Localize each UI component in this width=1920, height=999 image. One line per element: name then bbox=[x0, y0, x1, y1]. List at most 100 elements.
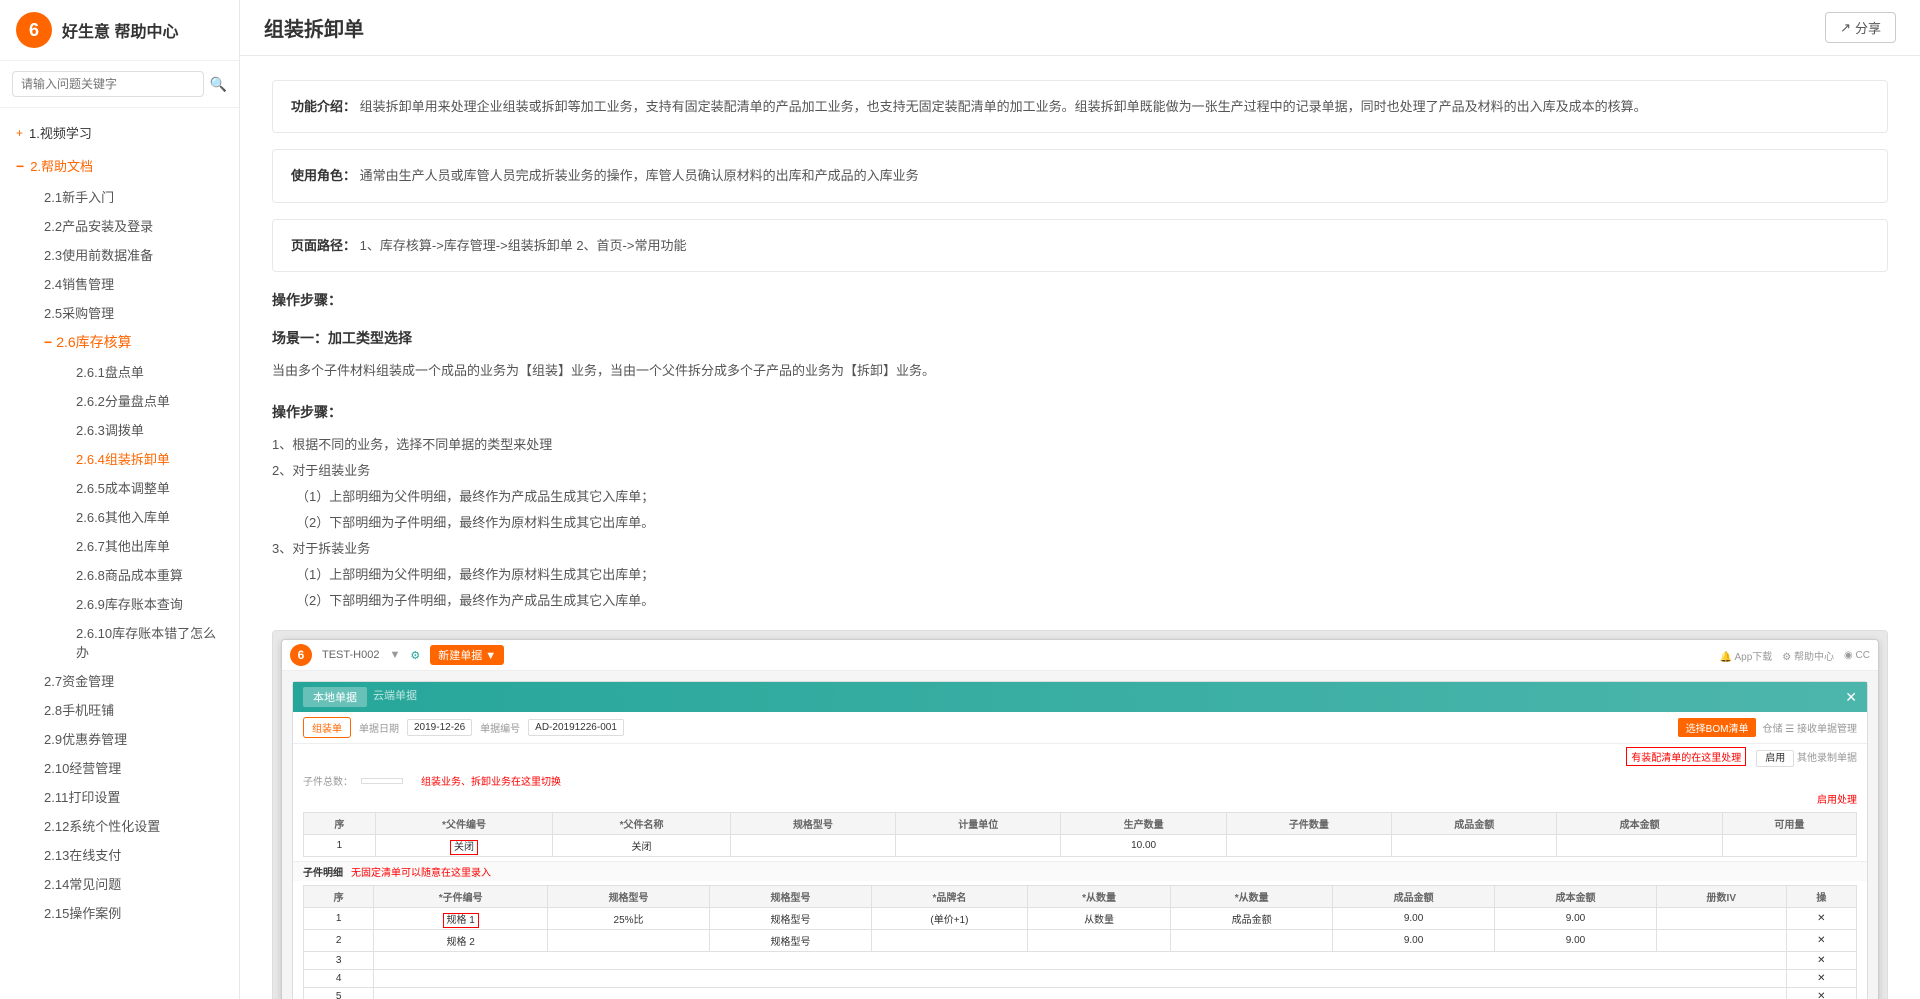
toolbar-date-label: 单据日期 bbox=[359, 720, 399, 735]
role-box: 使用角色： 通常由生产人员或库管人员完成折装业务的操作，库管人员确认原材料的出库… bbox=[272, 149, 1888, 202]
steps-title: 操作步骤： bbox=[272, 402, 1888, 422]
cell-父件编号[interactable]: 关闭 bbox=[375, 835, 553, 857]
modal-toolbar: 组装单 单据日期 2019-12-26 单据编号 AD-20191226-001… bbox=[293, 712, 1867, 744]
sidebar-item-2.6.6[interactable]: 2.6.6其他入库单 bbox=[64, 502, 239, 531]
sidebar-item-2.14[interactable]: 2.14常见问题 bbox=[32, 869, 239, 898]
toolbar-date-value[interactable]: 2019-12-26 bbox=[407, 719, 472, 736]
sidebar-item-2.3[interactable]: 2.3使用前数据准备 bbox=[32, 240, 239, 269]
sidebar-item-2.6.5[interactable]: 2.6.5成本调整单 bbox=[64, 473, 239, 502]
tab-local[interactable]: 本地单据 bbox=[303, 687, 367, 707]
cell-父件名称: 关闭 bbox=[553, 835, 731, 857]
expand-icon: + bbox=[16, 126, 23, 140]
sidebar-item-2.6.2[interactable]: 2.6.2分量盘点单 bbox=[64, 386, 239, 415]
bom-select-btn[interactable]: 选择BOM清单 bbox=[1678, 718, 1757, 737]
col-可用量: 可用量 bbox=[1722, 813, 1856, 835]
ops-title: 操作步骤： bbox=[272, 290, 1888, 310]
test-id: TEST-H002 bbox=[322, 649, 379, 661]
table-row: 5 ✕ bbox=[304, 988, 1857, 999]
new-doc-btn[interactable]: 新建单据 ▼ bbox=[430, 645, 504, 665]
share-button[interactable]: ↗ 分享 bbox=[1825, 12, 1896, 43]
sidebar-item-2.1[interactable]: 2.1新手入门 bbox=[32, 182, 239, 211]
sub-col-成本金额: 成本金额 bbox=[1495, 886, 1657, 908]
sidebar-item-2.13[interactable]: 2.13在线支付 bbox=[32, 840, 239, 869]
search-bar: 🔍 bbox=[0, 61, 239, 108]
nav-item-label: 2.帮助文档 bbox=[30, 156, 93, 175]
col-计量单位: 计量单位 bbox=[896, 813, 1061, 835]
step1: 1、根据不同的业务，选择不同单据的类型来处理 bbox=[272, 432, 1888, 458]
sub-col-从数量2: *从数量 bbox=[1171, 886, 1333, 908]
nav-item-video[interactable]: + 1.视频学习 bbox=[0, 116, 239, 149]
bom-area: 选择BOM清单 仓储 ☰ 接收单据管理 bbox=[1678, 718, 1857, 737]
app-logo: 6 bbox=[290, 644, 312, 666]
lower-table-header: 子件明细 无固定清单可以随意在这里录入 bbox=[293, 861, 1867, 881]
brand-name: 好生意 帮助中心 bbox=[62, 18, 178, 42]
sidebar-item-2.11[interactable]: 2.11打印设置 bbox=[32, 782, 239, 811]
annotation-bom: 有装配清单的在这里处理 bbox=[1626, 747, 1746, 766]
sidebar-item-2.6.9[interactable]: 2.6.9库存账本查询 bbox=[64, 589, 239, 618]
sidebar-item-2.12[interactable]: 2.12系统个性化设置 bbox=[32, 811, 239, 840]
sidebar-item-2.6.3[interactable]: 2.6.3调拨单 bbox=[64, 415, 239, 444]
sidebar-item-2.8[interactable]: 2.8手机旺铺 bbox=[32, 695, 239, 724]
nav-item-2.6[interactable]: − 2.6库存核算 bbox=[32, 327, 239, 357]
intro-box: 功能介绍： 组装拆卸单用来处理企业组装或拆卸等加工业务，支持有固定装配清单的产品… bbox=[272, 80, 1888, 133]
search-button[interactable]: 🔍 bbox=[210, 76, 227, 93]
nav-item-label: 1.视频学习 bbox=[29, 123, 92, 142]
sidebar-item-2.6.4[interactable]: 2.6.4组装拆卸单 bbox=[64, 444, 239, 473]
cell-成品金额 bbox=[1392, 835, 1557, 857]
sidebar-item-2.6.1[interactable]: 2.6.1盘点单 bbox=[64, 357, 239, 386]
nav-sub-2.6: 2.6.1盘点单 2.6.2分量盘点单 2.6.3调拨单 2.6.4组装拆卸单 … bbox=[32, 357, 239, 666]
sidebar-item-2.4[interactable]: 2.4销售管理 bbox=[32, 269, 239, 298]
sub-form-label: 子件总数： bbox=[303, 773, 353, 788]
modal-close-icon[interactable]: ✕ bbox=[1845, 689, 1857, 706]
scene1-title: 场景一：加工类型选择 bbox=[272, 328, 1888, 348]
table-row: 3 ✕ bbox=[304, 952, 1857, 970]
app-titlebar: 6 TEST-H002 ▼ ⚙ 新建单据 ▼ 🔔 App下载 ⚙ 帮助中心 ◉ … bbox=[282, 640, 1878, 671]
col-子件数量: 子件数量 bbox=[1226, 813, 1391, 835]
sidebar-item-2.6.7[interactable]: 2.6.7其他出库单 bbox=[64, 531, 239, 560]
table-row: 2 规格 2 规格型号 9.00 9.0 bbox=[304, 930, 1857, 952]
role-text: 通常由生产人员或库管人员完成折装业务的操作，库管人员确认原材料的出库和产成品的入… bbox=[360, 168, 919, 183]
cell-生产数量: 10.00 bbox=[1061, 835, 1226, 857]
step2-2: （2）下部明细为子件明细，最终作为原材料生成其它出库单。 bbox=[272, 510, 1888, 536]
sub-col-规格1: 规格型号 bbox=[548, 886, 710, 908]
sidebar-item-2.6.8[interactable]: 2.6.8商品成本重算 bbox=[64, 560, 239, 589]
intro-label: 功能介绍： bbox=[291, 99, 356, 114]
search-input[interactable] bbox=[12, 71, 204, 97]
sub-cell-编号2[interactable]: 规格 2 bbox=[374, 930, 548, 952]
sub-cell-编号1[interactable]: 规格 1 bbox=[374, 908, 548, 930]
annotation-manual-entry: 无固定清单可以随意在这里录入 bbox=[351, 864, 491, 879]
path-text: 1、库存核算->库存管理->组装拆卸单 2、首页->常用功能 bbox=[360, 238, 687, 253]
cell-子件数量 bbox=[1226, 835, 1391, 857]
col-序号: 序 bbox=[304, 813, 376, 835]
sidebar-item-2.10[interactable]: 2.10经营管理 bbox=[32, 753, 239, 782]
sidebar-item-2.7[interactable]: 2.7资金管理 bbox=[32, 666, 239, 695]
annotation-enable-row: 启用处理 bbox=[293, 788, 1867, 808]
annotation-row1: 有装配清单的在这里处理 启用 其他录制单据 bbox=[293, 744, 1867, 769]
sidebar-item-2.15[interactable]: 2.15操作案例 bbox=[32, 898, 239, 927]
use-btn[interactable]: 启用 bbox=[1756, 750, 1794, 767]
parent-table: 序 *父件编号 *父件名称 规格型号 计量单位 生产数量 子件数量 成品金额 bbox=[303, 812, 1857, 857]
nav-sub-help-docs: 2.1新手入门 2.2产品安装及登录 2.3使用前数据准备 2.4销售管理 2.… bbox=[0, 182, 239, 927]
nav-item-help-docs[interactable]: − 2.帮助文档 bbox=[0, 149, 239, 182]
sidebar-item-2.2[interactable]: 2.2产品安装及登录 bbox=[32, 211, 239, 240]
intro-text: 组装拆卸单用来处理企业组装或拆卸等加工业务，支持有固定装配清单的产品加工业务，也… bbox=[360, 99, 1647, 114]
scene1-desc: 当由多个子件材料组装成一个成品的业务为【组装】业务，当由一个父件拆分成多个子产品… bbox=[272, 358, 1888, 384]
nav-tree: + 1.视频学习 − 2.帮助文档 2.1新手入门 2.2产品安装及登录 2.3… bbox=[0, 108, 239, 999]
table-row: 1 关闭 关闭 10.00 bbox=[304, 835, 1857, 857]
sidebar-item-2.5[interactable]: 2.5采购管理 bbox=[32, 298, 239, 327]
sub-form-row: 子件总数： 组装业务、拆卸业务在这里切换 bbox=[293, 769, 1867, 788]
sidebar-item-2.6.10[interactable]: 2.6.10库存账本错了怎么办 bbox=[64, 618, 239, 666]
step2: 2、对于组装业务 bbox=[272, 458, 1888, 484]
tab-cloud[interactable]: 云端单据 bbox=[373, 687, 417, 707]
toolbar-no-value: AD-20191226-001 bbox=[528, 719, 624, 736]
col-规格型号: 规格型号 bbox=[730, 813, 895, 835]
lower-table-area: 序 *子件编号 规格型号 规格型号 *品牌名 *从数量 *从数量 成品金额 bbox=[293, 881, 1867, 999]
path-box: 页面路径： 1、库存核算->库存管理->组装拆卸单 2、首页->常用功能 bbox=[272, 219, 1888, 272]
cell-单位 bbox=[896, 835, 1061, 857]
sub-total-input[interactable] bbox=[361, 778, 403, 784]
col-成本金额: 成本金额 bbox=[1557, 813, 1722, 835]
sidebar-item-2.9[interactable]: 2.9优惠券管理 bbox=[32, 724, 239, 753]
share-icon: ↗ bbox=[1840, 20, 1851, 36]
sub-col-seq: 序 bbox=[304, 886, 374, 908]
toolbar-doc-type[interactable]: 组装单 bbox=[303, 717, 351, 738]
